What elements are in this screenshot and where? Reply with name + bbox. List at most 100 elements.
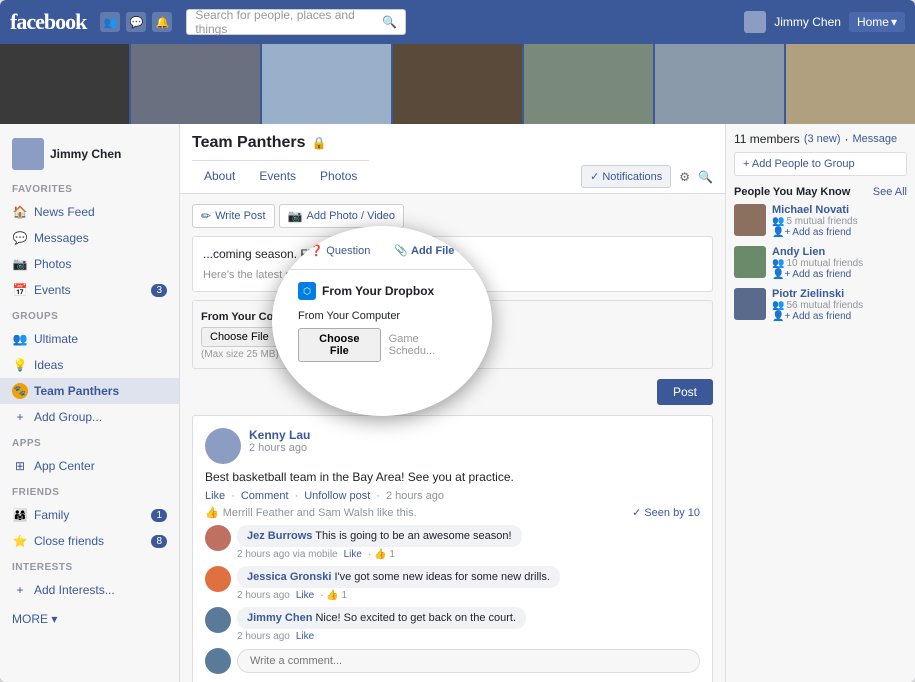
sidebar-add-group-label: Add Group... (34, 410, 102, 424)
sidebar-item-team-panthers[interactable]: 🐾 Team Panthers (0, 378, 179, 404)
person-item-andy: Andy Lien 👥 10 mutual friends 👤+ Add as … (734, 246, 907, 280)
michael-add-friend[interactable]: 👤+ Add as friend (772, 227, 858, 238)
members-count: 11 members (734, 132, 800, 146)
popup-tab-question[interactable]: ❓ Question (300, 240, 381, 261)
photo-upload-icon: 📷 (288, 209, 303, 223)
choose-file-button[interactable]: Choose File (201, 327, 278, 347)
user-avatar (744, 11, 766, 33)
popup-question-label: Question (326, 245, 370, 257)
home-button[interactable]: Home ▾ (849, 12, 905, 32)
sidebar-item-app-center[interactable]: ⊞ App Center (0, 453, 179, 479)
sidebar-item-add-interests[interactable]: + Add Interests... (0, 577, 179, 603)
comments-section: Jez Burrows This is going to be an aweso… (205, 525, 700, 674)
jez-time: 2 hours ago via mobile (237, 549, 338, 560)
seen-by-label[interactable]: ✓ Seen by 10 (632, 506, 700, 519)
app-center-icon: ⊞ (12, 458, 28, 474)
comment-action[interactable]: Comment (241, 490, 289, 502)
comment-input-row (205, 648, 700, 674)
sidebar-user-area: Jimmy Chen (0, 132, 179, 176)
jez-name[interactable]: Jez Burrows (247, 530, 312, 542)
andy-mutual: 👥 10 mutual friends (772, 258, 863, 269)
search-bar[interactable]: Search for people, places and things 🔍 (186, 9, 406, 35)
notif-check-icon: ✓ (590, 170, 599, 183)
add-people-button[interactable]: + Add People to Group (734, 152, 907, 176)
people-know-header: People You May Know See All (734, 186, 907, 198)
photos-icon: 📷 (12, 256, 28, 272)
feed-author-avatar (205, 428, 241, 464)
unfollow-action[interactable]: Unfollow post (304, 490, 370, 502)
tab-events[interactable]: Events (247, 161, 308, 193)
andy-add-friend[interactable]: 👤+ Add as friend (772, 269, 863, 280)
write-post-button[interactable]: ✏ Write Post (192, 204, 275, 228)
friends-icon[interactable]: 👥 (100, 12, 120, 32)
messages-icon[interactable]: 💬 (126, 12, 146, 32)
close-friends-badge: 8 (151, 535, 167, 548)
michael-name[interactable]: Michael Novati (772, 204, 858, 216)
sidebar-newsfeed-label: News Feed (34, 205, 95, 219)
newsfeed-icon: 🏠 (12, 204, 28, 220)
jimmy-comment-bubble: Jimmy Chen Nice! So excited to get back … (237, 607, 526, 629)
notif-label: Notifications (602, 171, 662, 183)
notifications-icon[interactable]: 🔔 (152, 12, 172, 32)
feed-text: Best basketball team in the Bay Area! Se… (205, 470, 700, 484)
group-search-icon[interactable]: 🔍 (698, 170, 713, 184)
post-button[interactable]: Post (657, 379, 713, 405)
andy-name[interactable]: Andy Lien (772, 246, 863, 258)
add-file-icon: 📎 (394, 244, 408, 257)
add-photo-button[interactable]: 📷 Add Photo / Video (279, 204, 404, 228)
jessica-like[interactable]: Like (296, 590, 314, 601)
sep2: · (295, 490, 299, 502)
ultimate-icon: 👥 (12, 331, 28, 347)
jez-text: This is going to be an awesome season! (315, 530, 511, 542)
right-sidebar: 11 members (3 new) · Message + Add Peopl… (725, 124, 915, 682)
sidebar-item-photos[interactable]: 📷 Photos (0, 251, 179, 277)
left-sidebar: Jimmy Chen FAVORITES 🏠 News Feed 💬 Messa… (0, 124, 180, 682)
sidebar-item-add-group[interactable]: + Add Group... (0, 404, 179, 430)
cover-photo-5 (524, 44, 653, 124)
sidebar-item-newsfeed[interactable]: 🏠 News Feed (0, 199, 179, 225)
sidebar-item-close-friends[interactable]: ⭐ Close friends 8 (0, 528, 179, 554)
jessica-name[interactable]: Jessica Gronski (247, 571, 331, 583)
piotr-name[interactable]: Piotr Zielinski (772, 288, 863, 300)
notifications-button[interactable]: ✓ Notifications (581, 165, 671, 188)
sidebar-item-events[interactable]: 📅 Events 3 (0, 277, 179, 303)
home-label: Home (857, 15, 889, 29)
group-tabs: About Events Photos (192, 160, 369, 193)
jimmy-comment-content: Jimmy Chen Nice! So excited to get back … (237, 607, 526, 642)
piotr-mutual-count: 56 mutual friends (786, 300, 863, 311)
message-button[interactable]: Message (853, 133, 898, 145)
piotr-add-friend[interactable]: 👤+ Add as friend (772, 311, 863, 322)
gear-icon[interactable]: ⚙ (679, 170, 690, 184)
write-post-label: Write Post (215, 210, 266, 222)
like-action[interactable]: Like (205, 490, 225, 502)
jimmy-comment-name[interactable]: Jimmy Chen (247, 612, 312, 624)
sidebar-item-ideas[interactable]: 💡 Ideas (0, 352, 179, 378)
sidebar-more[interactable]: MORE ▾ (0, 607, 179, 631)
tab-photos[interactable]: Photos (308, 161, 369, 193)
cover-photo-4 (393, 44, 522, 124)
tab-about[interactable]: About (192, 161, 247, 193)
jimmy-like[interactable]: Like (296, 631, 314, 642)
person-item-michael: Michael Novati 👥 5 mutual friends 👤+ Add… (734, 204, 907, 238)
feed-author-name[interactable]: Kenny Lau (249, 428, 310, 442)
michael-avatar (734, 204, 766, 236)
add-group-icon: + (12, 409, 28, 425)
andy-mutual-count: 10 mutual friends (786, 258, 863, 269)
jessica-avatar (205, 566, 231, 592)
popup-tab-add-file[interactable]: 📎 Add File (384, 240, 464, 261)
dropbox-popup: ❓ Question 📎 Add File ⬡ (272, 226, 512, 416)
popup-choose-file-button[interactable]: Choose File (298, 328, 381, 362)
comment-input[interactable] (237, 649, 700, 673)
page-wrapper: facebook 👥 💬 🔔 Search for people, places… (0, 0, 915, 682)
jez-like[interactable]: Like (344, 549, 362, 560)
cover-photo-7 (786, 44, 915, 124)
sidebar-item-messages[interactable]: 💬 Messages (0, 225, 179, 251)
jimmy-time: 2 hours ago (237, 631, 290, 642)
sidebar-item-family[interactable]: 👨‍👩‍👧 Family 1 (0, 502, 179, 528)
question-icon: ❓ (310, 244, 324, 257)
see-all-link[interactable]: See All (873, 186, 907, 198)
popup-computer-label: From Your Computer (298, 310, 400, 322)
jessica-comment-bubble: Jessica Gronski I've got some new ideas … (237, 566, 560, 588)
dropbox-popup-circle: ❓ Question 📎 Add File ⬡ (272, 226, 492, 416)
sidebar-item-ultimate[interactable]: 👥 Ultimate (0, 326, 179, 352)
